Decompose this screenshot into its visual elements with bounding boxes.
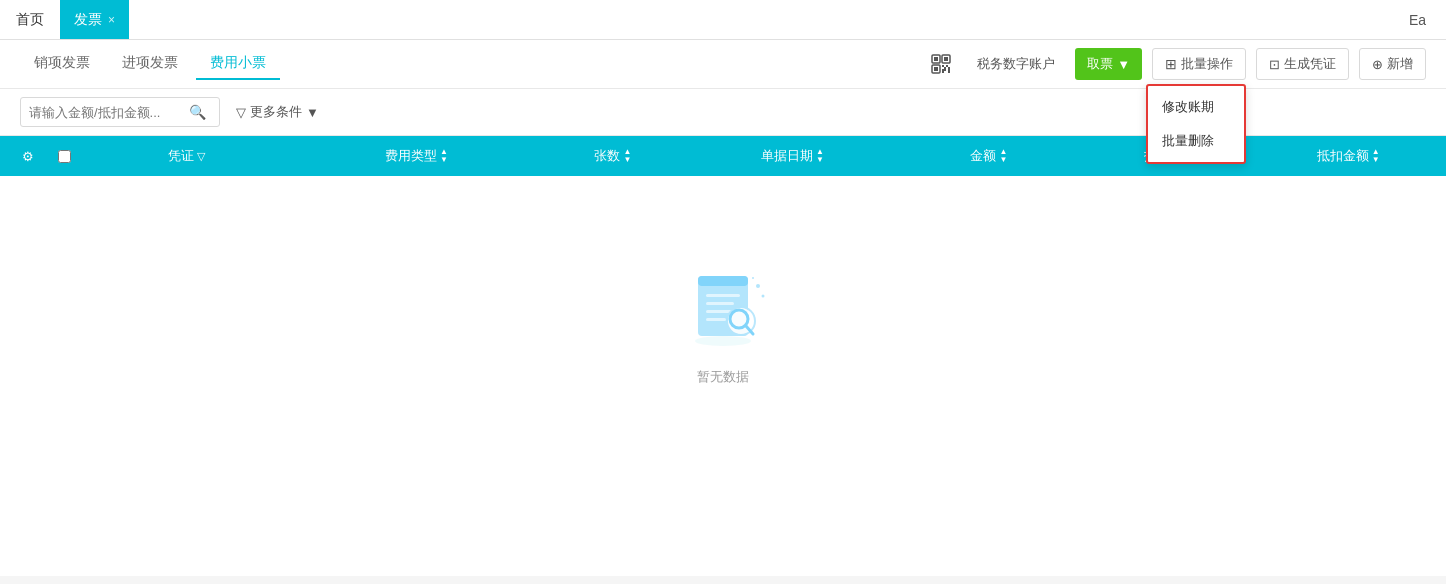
svg-rect-18 [706, 318, 726, 321]
home-label: 首页 [16, 11, 44, 29]
invoice-tab[interactable]: 发票 × [60, 0, 129, 39]
tax-account-button[interactable]: 税务数字账户 [967, 48, 1065, 80]
batch-icon: ⊞ [1165, 56, 1177, 72]
svg-rect-7 [946, 65, 948, 67]
filter-icon: ▽ [236, 105, 246, 120]
batch-wrap: ⊞ 批量操作 修改账期 批量删除 [1152, 48, 1246, 80]
empty-text: 暂无数据 [697, 368, 749, 386]
svg-point-24 [752, 277, 754, 279]
svg-rect-6 [942, 65, 944, 67]
dropdown-item-modify-period-label: 修改账期 [1162, 99, 1214, 114]
th-date: 单据日期 ▲▼ [686, 147, 899, 165]
content-area: 暂无数据 [0, 176, 1446, 576]
th-expense-type-label: 费用类型 [385, 147, 437, 165]
th-voucher: 凭证 ▽ [80, 147, 293, 165]
th-deduct-amount: 抵扣金额 ▲▼ [1258, 147, 1438, 165]
tab-feiyong-label: 费用小票 [210, 54, 266, 70]
svg-rect-3 [944, 57, 948, 61]
add-button[interactable]: ⊕ 新增 [1359, 48, 1426, 80]
dropdown-item-batch-delete[interactable]: 批量删除 [1148, 124, 1244, 158]
svg-rect-14 [698, 276, 748, 286]
search-input[interactable] [29, 105, 189, 120]
invoice-tab-label: 发票 [74, 11, 102, 29]
add-label: 新增 [1387, 55, 1413, 73]
th-count-label: 张数 [594, 147, 620, 165]
empty-illustration [673, 256, 773, 356]
svg-rect-10 [942, 69, 946, 71]
empty-state: 暂无数据 [0, 176, 1446, 426]
svg-rect-8 [944, 67, 946, 69]
search-icon[interactable]: 🔍 [189, 104, 206, 120]
svg-point-22 [756, 284, 760, 288]
svg-rect-15 [706, 294, 740, 297]
svg-rect-9 [948, 67, 950, 73]
tax-account-label: 税务数字账户 [977, 55, 1055, 73]
gear-icon: ⚙ [22, 149, 34, 164]
sort-expense-type[interactable]: ▲▼ [440, 148, 448, 164]
more-conditions-button[interactable]: ▽ 更多条件 ▼ [236, 103, 319, 121]
svg-rect-11 [942, 71, 944, 73]
qr-icon [930, 53, 952, 75]
dropdown-item-batch-delete-label: 批量删除 [1162, 133, 1214, 148]
th-date-label: 单据日期 [761, 147, 813, 165]
quepiao-button[interactable]: 取票 ▼ [1075, 48, 1142, 80]
th-expense-type: 费用类型 ▲▼ [293, 147, 540, 165]
th-amount-label: 金额 [970, 147, 996, 165]
th-deduct-amount-label: 抵扣金额 [1317, 147, 1369, 165]
qr-icon-button[interactable] [925, 48, 957, 80]
sort-amount[interactable]: ▲▼ [999, 148, 1007, 164]
close-tab-icon[interactable]: × [108, 13, 115, 27]
generate-icon: ⊡ [1269, 57, 1280, 72]
th-gear[interactable]: ⚙ [8, 149, 48, 164]
th-count: 张数 ▲▼ [540, 147, 686, 165]
sort-date[interactable]: ▲▼ [816, 148, 824, 164]
generate-button[interactable]: ⊡ 生成凭证 [1256, 48, 1349, 80]
select-all-checkbox[interactable] [58, 150, 71, 163]
th-voucher-label: 凭证 [168, 147, 194, 165]
search-input-wrap: 🔍 [20, 97, 220, 127]
generate-label: 生成凭证 [1284, 55, 1336, 73]
dropdown-item-modify-period[interactable]: 修改账期 [1148, 90, 1244, 124]
home-tab[interactable]: 首页 [0, 0, 60, 39]
batch-button[interactable]: ⊞ 批量操作 [1152, 48, 1246, 80]
tab-jinxiang[interactable]: 进项发票 [108, 48, 192, 80]
svg-rect-1 [934, 57, 938, 61]
more-conditions-arrow: ▼ [306, 105, 319, 120]
th-voucher-filter-icon[interactable]: ▽ [197, 150, 205, 163]
top-nav: 首页 发票 × Ea [0, 0, 1446, 40]
add-icon: ⊕ [1372, 57, 1383, 72]
tab-xiaoxiang-label: 销项发票 [34, 54, 90, 70]
quepiao-label: 取票 [1087, 55, 1113, 73]
tab-jinxiang-label: 进项发票 [122, 54, 178, 70]
svg-point-23 [762, 295, 765, 298]
batch-dropdown-menu: 修改账期 批量删除 [1146, 84, 1246, 164]
tab-xiaoxiang[interactable]: 销项发票 [20, 48, 104, 80]
batch-label: 批量操作 [1181, 55, 1233, 73]
quepiao-drop-arrow[interactable]: ▼ [1117, 57, 1130, 72]
svg-rect-16 [706, 302, 734, 305]
sort-deduct-amount[interactable]: ▲▼ [1372, 148, 1380, 164]
th-checkbox[interactable] [48, 150, 80, 163]
svg-rect-5 [934, 67, 938, 71]
top-right-text: Ea [1409, 12, 1446, 28]
more-conditions-label: 更多条件 [250, 103, 302, 121]
toolbar-right: 税务数字账户 取票 ▼ ⊞ 批量操作 修改账期 批量删除 [925, 48, 1426, 80]
th-amount: 金额 ▲▼ [899, 147, 1079, 165]
toolbar: 销项发票 进项发票 费用小票 税务数字 [0, 40, 1446, 89]
sort-count[interactable]: ▲▼ [623, 148, 631, 164]
svg-point-12 [695, 336, 751, 346]
tab-feiyong[interactable]: 费用小票 [196, 48, 280, 80]
